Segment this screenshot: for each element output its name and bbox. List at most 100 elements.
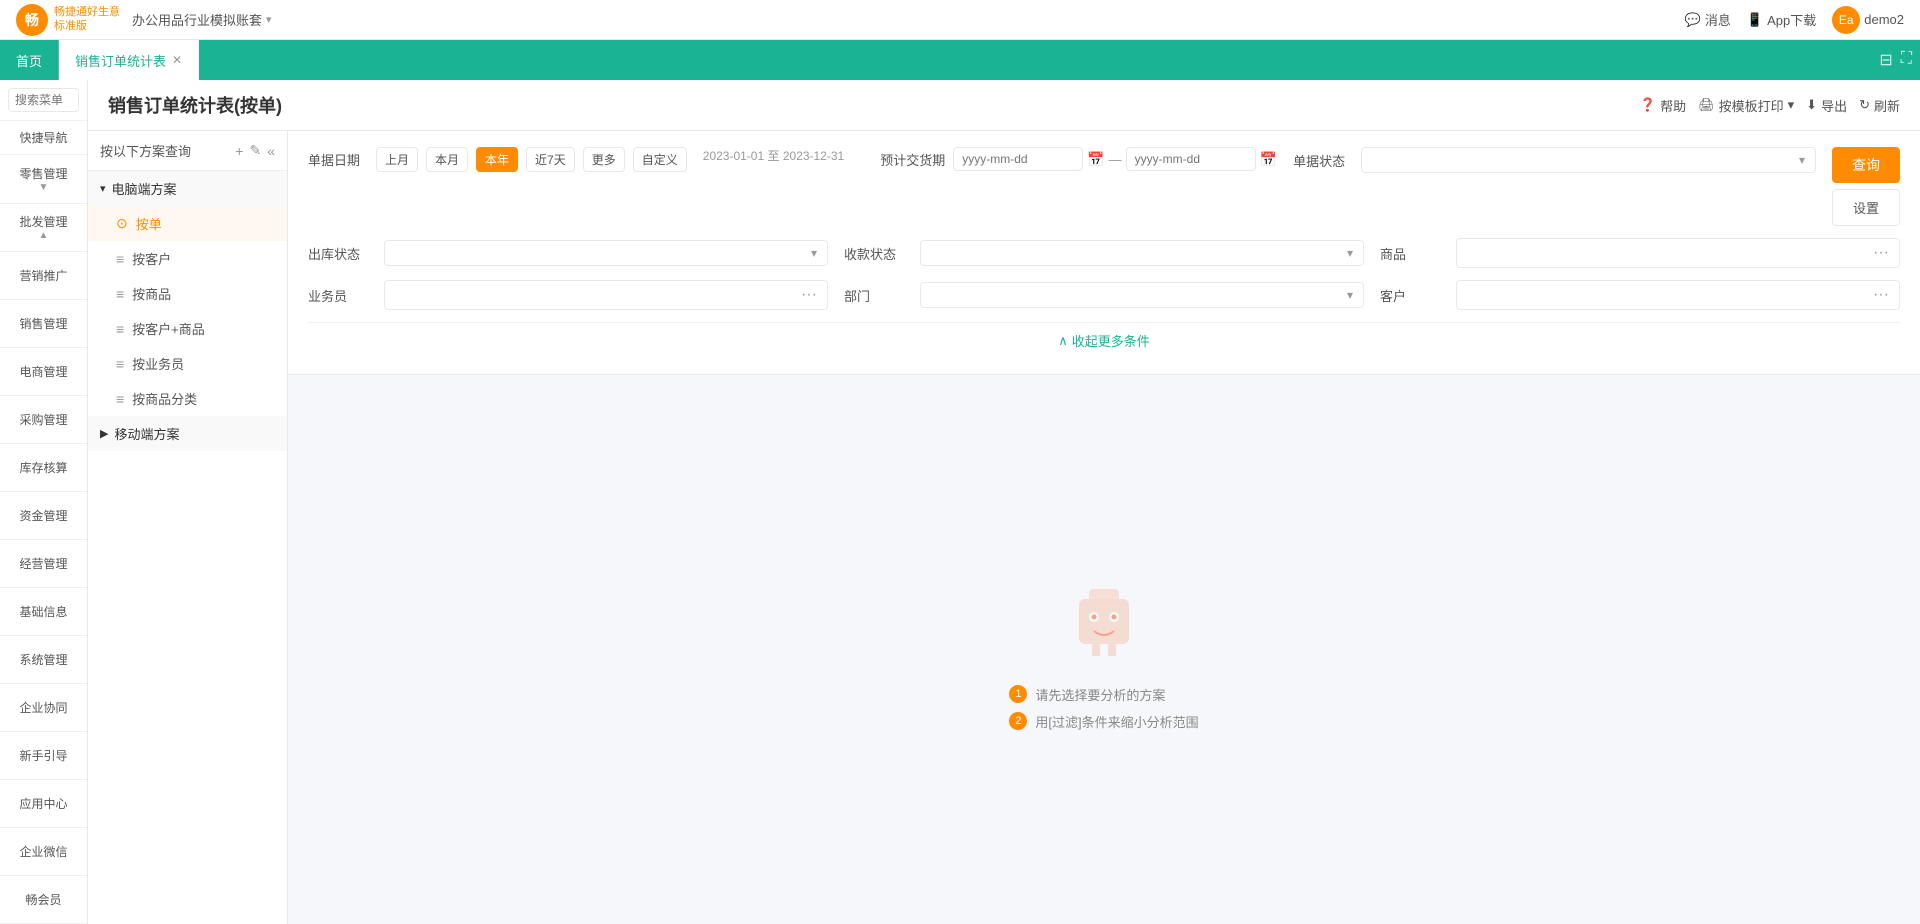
- scheme-header: 按以下方案查询 + ✎ «: [88, 131, 287, 171]
- scheme-list-icon: ≡: [116, 321, 124, 337]
- download-icon: 📱: [1747, 12, 1763, 28]
- date-custom-btn[interactable]: 自定义: [633, 147, 687, 172]
- scheme-list-icon: ≡: [116, 251, 124, 267]
- order-status-label: 单据状态: [1293, 151, 1353, 170]
- search-input[interactable]: [8, 88, 79, 112]
- sidebar-search-area: [0, 80, 87, 121]
- app-title-area: 办公用品行业模拟账套 ▾: [132, 10, 1673, 29]
- shipment-status-select[interactable]: ▾: [384, 240, 828, 266]
- sidebar-item-corpwx[interactable]: 企业微信: [0, 828, 87, 876]
- customer-select[interactable]: ···: [1456, 280, 1900, 310]
- template-print-btn[interactable]: 🖨 按模板打印 ▾: [1698, 96, 1794, 115]
- export-btn[interactable]: ⬇ 导出: [1806, 96, 1847, 115]
- scheme-edit-btn[interactable]: ✎: [249, 142, 261, 159]
- sidebar: 快捷导航 零售管理 ▼ 批发管理 ▲ 营销推广 销售管理 电商管理 采购管理 库…: [0, 80, 88, 924]
- select-arrow-icon: ▾: [1799, 153, 1805, 167]
- goods-select[interactable]: ···: [1456, 238, 1900, 268]
- refresh-btn[interactable]: ↻ 刷新: [1859, 96, 1900, 115]
- wholesale-label: 批发管理: [19, 213, 67, 230]
- salesman-more-icon[interactable]: ···: [801, 286, 817, 304]
- sidebar-item-inventory[interactable]: 库存核算: [0, 444, 87, 492]
- select-arrow-icon: ▾: [1347, 246, 1353, 260]
- salesman-select[interactable]: ···: [384, 280, 828, 310]
- sidebar-item-system[interactable]: 系统管理: [0, 636, 87, 684]
- scheme-group-pc: ▾ 电脑端方案 ⊙ 按单 ≡ 按客户 ≡ 按商品: [88, 171, 287, 416]
- sidebar-item-enterprise[interactable]: 企业协同: [0, 684, 87, 732]
- scheme-group-pc-header[interactable]: ▾ 电脑端方案: [88, 171, 287, 206]
- tab-minimize-icon[interactable]: ⊟: [1879, 50, 1892, 70]
- query-button[interactable]: 查询: [1832, 147, 1900, 183]
- select-arrow-icon: ▾: [811, 246, 817, 260]
- sidebar-item-quicknav[interactable]: 快捷导航: [0, 121, 87, 155]
- sidebar-item-retail[interactable]: 零售管理 ▼: [0, 155, 87, 204]
- tab-close-icon[interactable]: ✕: [172, 53, 182, 67]
- print-icon: 🖨: [1698, 97, 1715, 113]
- tab-bar: 首页 销售订单统计表 ✕ ⊟ ⛶: [0, 40, 1920, 80]
- scheme-item-by-customer-goods[interactable]: ≡ 按客户+商品: [88, 311, 287, 346]
- print-arrow-icon: ▾: [1788, 97, 1795, 113]
- sidebar-item-sales[interactable]: 销售管理: [0, 300, 87, 348]
- sidebar-item-purchase[interactable]: 采购管理: [0, 396, 87, 444]
- scheme-panel: 按以下方案查询 + ✎ « ▾ 电脑端方案 ⊙ 按单 ≡: [88, 131, 288, 924]
- sidebar-item-operation[interactable]: 经营管理: [0, 540, 87, 588]
- setting-button[interactable]: 设置: [1832, 189, 1900, 226]
- date-this-month-btn[interactable]: 本月: [426, 147, 468, 172]
- scheme-radio-icon: ⊙: [116, 215, 128, 232]
- date-prev-month-btn[interactable]: 上月: [376, 147, 418, 172]
- scheme-group-mobile-header[interactable]: ▶ 移动端方案: [88, 416, 287, 451]
- calendar-icon: 📅: [1260, 151, 1277, 168]
- logo-text: 畅捷通好生意 标准版: [54, 6, 120, 32]
- expected-delivery-label: 预计交货期: [880, 150, 945, 169]
- scheme-item-by-order[interactable]: ⊙ 按单: [88, 206, 287, 241]
- dropdown-arrow-icon[interactable]: ▾: [266, 13, 272, 26]
- tab-sales-order-stat[interactable]: 销售订单统计表 ✕: [59, 40, 199, 80]
- collapse-icon: ∧: [1058, 333, 1068, 349]
- main-layout: 快捷导航 零售管理 ▼ 批发管理 ▲ 营销推广 销售管理 电商管理 采购管理 库…: [0, 80, 1920, 924]
- customer-more-icon[interactable]: ···: [1873, 286, 1889, 304]
- scheme-item-by-customer[interactable]: ≡ 按客户: [88, 241, 287, 276]
- sidebar-item-newuser[interactable]: 新手引导: [0, 732, 87, 780]
- page-title: 销售订单统计表(按单): [108, 92, 282, 130]
- message-btn[interactable]: 💬 消息: [1685, 10, 1731, 29]
- scheme-collapse-btn[interactable]: «: [267, 143, 275, 159]
- empty-tip-1: 1 请先选择要分析的方案: [1009, 685, 1198, 704]
- retail-label: 零售管理: [19, 165, 67, 182]
- scheme-list-icon: ≡: [116, 356, 124, 372]
- date-last7days-btn[interactable]: 近7天: [526, 147, 575, 172]
- goods-more-icon[interactable]: ···: [1873, 244, 1889, 262]
- sidebar-item-ecommerce[interactable]: 电商管理: [0, 348, 87, 396]
- sidebar-item-wholesale[interactable]: 批发管理 ▲: [0, 204, 87, 253]
- help-btn[interactable]: ❓ 帮助: [1640, 96, 1686, 115]
- department-select[interactable]: ▾: [920, 282, 1364, 308]
- expected-delivery-end-input[interactable]: [1126, 147, 1256, 171]
- scheme-add-btn[interactable]: +: [235, 143, 243, 159]
- date-this-year-btn[interactable]: 本年: [476, 147, 518, 172]
- scheme-item-by-salesman[interactable]: ≡ 按业务员: [88, 346, 287, 381]
- filter-panel: 单据日期 上月 本月 本年 近7天 更多 自定义 2023-01-0: [288, 131, 1920, 924]
- top-right: 💬 消息 📱 App下载 Ea demo2: [1685, 6, 1904, 34]
- expected-delivery-start-input[interactable]: [953, 147, 1083, 171]
- date-label: 单据日期: [308, 150, 368, 169]
- order-status-select[interactable]: ▾: [1361, 147, 1816, 173]
- app-title: 办公用品行业模拟账套: [132, 10, 262, 29]
- app-download-btn[interactable]: 📱 App下载: [1747, 10, 1816, 29]
- date-separator: —: [1109, 152, 1122, 167]
- sidebar-item-basic[interactable]: 基础信息: [0, 588, 87, 636]
- tab-expand-icon[interactable]: ⛶: [1901, 50, 1912, 70]
- customer-label: 客户: [1380, 286, 1440, 305]
- sidebar-item-appcenter[interactable]: 应用中心: [0, 780, 87, 828]
- sidebar-item-member[interactable]: 畅会员: [0, 876, 87, 924]
- collapse-filters-btn[interactable]: ∧ 收起更多条件: [308, 322, 1900, 358]
- collection-status-select[interactable]: ▾: [920, 240, 1364, 266]
- sidebar-item-marketing[interactable]: 营销推广: [0, 252, 87, 300]
- calendar-icon: 📅: [1087, 151, 1104, 168]
- date-more-btn[interactable]: 更多: [583, 147, 625, 172]
- help-icon: ❓: [1640, 97, 1656, 113]
- user-menu-btn[interactable]: Ea demo2: [1832, 6, 1904, 34]
- department-label: 部门: [844, 286, 904, 305]
- scheme-item-by-goods-category[interactable]: ≡ 按商品分类: [88, 381, 287, 416]
- tab-home[interactable]: 首页: [0, 40, 59, 80]
- sidebar-item-finance[interactable]: 资金管理: [0, 492, 87, 540]
- page-header: 销售订单统计表(按单) ❓ 帮助 🖨 按模板打印 ▾ ⬇ 导出 ↻ 刷新: [88, 80, 1920, 131]
- scheme-item-by-goods[interactable]: ≡ 按商品: [88, 276, 287, 311]
